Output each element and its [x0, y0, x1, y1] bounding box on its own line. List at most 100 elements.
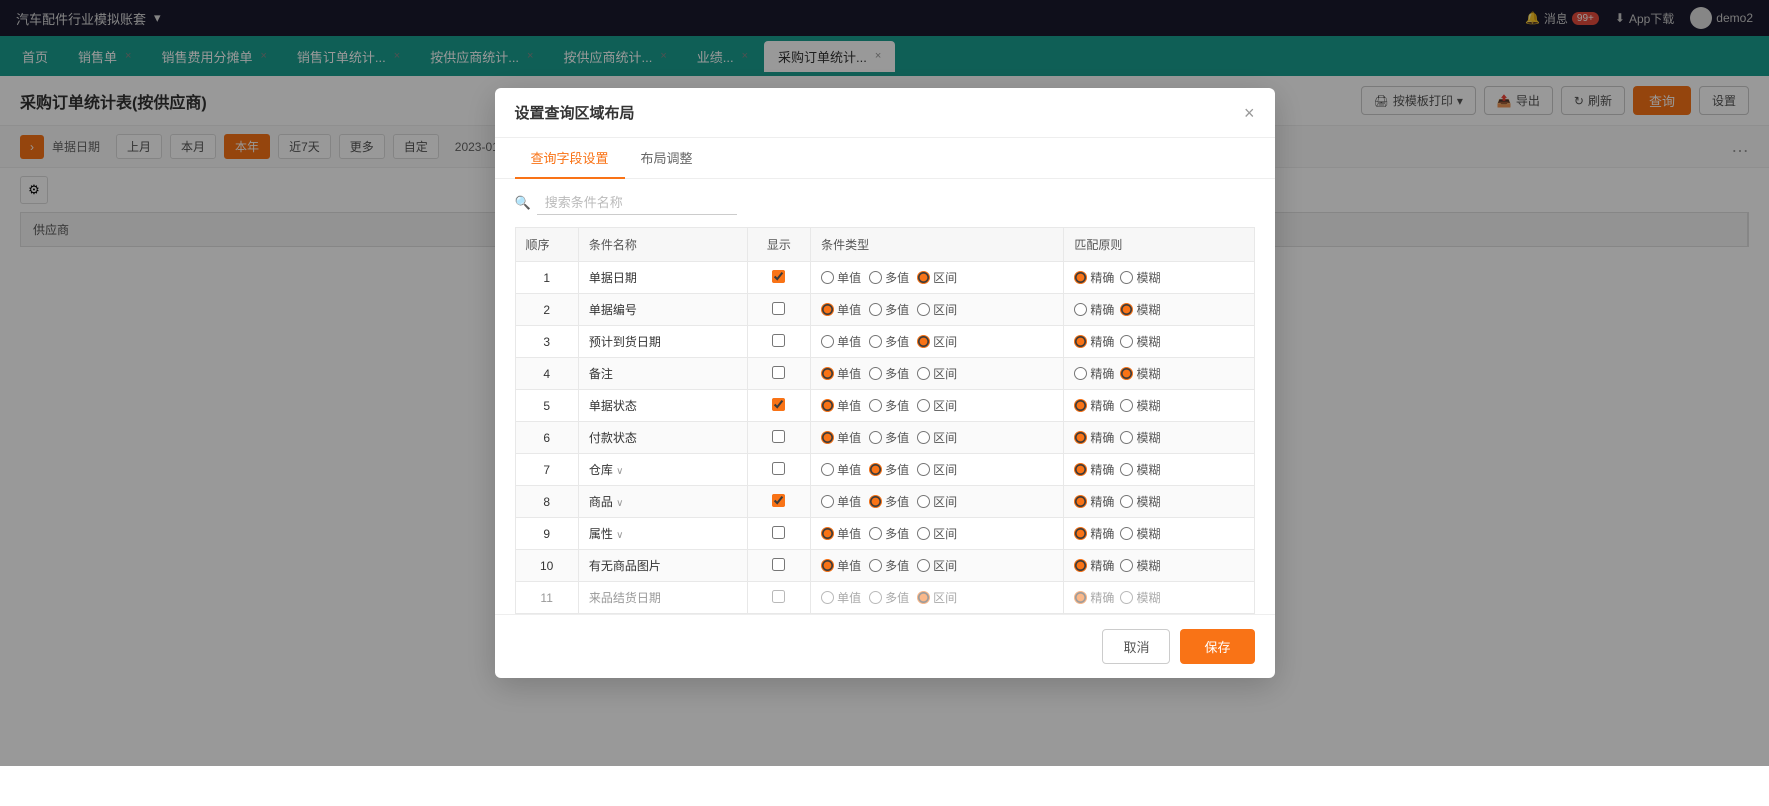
- show-checkbox[interactable]: [772, 398, 785, 411]
- type-radio[interactable]: [821, 559, 834, 572]
- type-radio-item[interactable]: 多值: [869, 397, 909, 414]
- type-radio-item[interactable]: 单值: [821, 365, 861, 382]
- type-radio[interactable]: [821, 303, 834, 316]
- type-radio-item[interactable]: 区间: [917, 333, 957, 350]
- show-checkbox[interactable]: [772, 526, 785, 539]
- type-radio[interactable]: [917, 527, 930, 540]
- type-radio[interactable]: [917, 271, 930, 284]
- type-radio-item[interactable]: 区间: [917, 269, 957, 286]
- match-radio-item[interactable]: 精确: [1074, 269, 1114, 286]
- match-radio-item[interactable]: 精确: [1074, 557, 1114, 574]
- type-radio-item[interactable]: 单值: [821, 557, 861, 574]
- type-radio[interactable]: [869, 271, 882, 284]
- type-radio[interactable]: [917, 431, 930, 444]
- match-radio[interactable]: [1074, 495, 1087, 508]
- type-radio[interactable]: [869, 303, 882, 316]
- show-cell[interactable]: [747, 550, 810, 582]
- show-cell[interactable]: [747, 326, 810, 358]
- match-radio-item[interactable]: 模糊: [1120, 429, 1160, 446]
- type-radio-item[interactable]: 区间: [917, 525, 957, 542]
- show-checkbox[interactable]: [772, 334, 785, 347]
- match-radio-item[interactable]: 精确: [1074, 333, 1114, 350]
- type-radio[interactable]: [821, 367, 834, 380]
- match-radio[interactable]: [1120, 335, 1133, 348]
- match-radio-item[interactable]: 模糊: [1120, 301, 1160, 318]
- match-radio[interactable]: [1120, 367, 1133, 380]
- match-radio[interactable]: [1120, 527, 1133, 540]
- type-radio[interactable]: [869, 335, 882, 348]
- type-radio-item[interactable]: 多值: [869, 269, 909, 286]
- match-radio[interactable]: [1074, 303, 1087, 316]
- type-radio[interactable]: [821, 495, 834, 508]
- type-radio-item[interactable]: 多值: [869, 365, 909, 382]
- match-radio[interactable]: [1074, 367, 1087, 380]
- tab-query-fields[interactable]: 查询字段设置: [515, 138, 625, 179]
- type-radio[interactable]: [869, 559, 882, 572]
- show-checkbox[interactable]: [772, 590, 785, 603]
- type-radio[interactable]: [821, 335, 834, 348]
- match-radio-item[interactable]: 模糊: [1120, 397, 1160, 414]
- type-radio[interactable]: [917, 463, 930, 476]
- show-cell[interactable]: [747, 358, 810, 390]
- type-radio-item[interactable]: 区间: [917, 461, 957, 478]
- type-radio[interactable]: [869, 399, 882, 412]
- type-radio[interactable]: [917, 559, 930, 572]
- tab-layout-adjust[interactable]: 布局调整: [625, 138, 709, 179]
- show-cell[interactable]: [747, 454, 810, 486]
- type-radio[interactable]: [917, 335, 930, 348]
- type-radio-item[interactable]: 多值: [869, 429, 909, 446]
- type-radio[interactable]: [821, 463, 834, 476]
- type-radio-item[interactable]: 单值: [821, 461, 861, 478]
- match-radio[interactable]: [1120, 591, 1133, 604]
- match-radio[interactable]: [1074, 399, 1087, 412]
- type-radio-item[interactable]: 单值: [821, 429, 861, 446]
- show-checkbox[interactable]: [772, 366, 785, 379]
- match-radio-item[interactable]: 模糊: [1120, 365, 1160, 382]
- type-radio[interactable]: [869, 495, 882, 508]
- type-radio-item[interactable]: 多值: [869, 557, 909, 574]
- type-radio-item[interactable]: 区间: [917, 365, 957, 382]
- search-input[interactable]: [537, 191, 737, 215]
- match-radio[interactable]: [1120, 431, 1133, 444]
- save-button[interactable]: 保存: [1180, 629, 1254, 664]
- show-checkbox[interactable]: [772, 270, 785, 283]
- show-checkbox[interactable]: [772, 558, 785, 571]
- type-radio-item[interactable]: 单值: [821, 333, 861, 350]
- type-radio[interactable]: [821, 271, 834, 284]
- match-radio[interactable]: [1074, 431, 1087, 444]
- match-radio-item[interactable]: 模糊: [1120, 589, 1160, 606]
- show-cell[interactable]: [747, 518, 810, 550]
- type-radio-item[interactable]: 区间: [917, 493, 957, 510]
- type-radio[interactable]: [821, 431, 834, 444]
- type-radio[interactable]: [869, 527, 882, 540]
- match-radio-item[interactable]: 模糊: [1120, 333, 1160, 350]
- type-radio[interactable]: [917, 591, 930, 604]
- type-radio-item[interactable]: 区间: [917, 589, 957, 606]
- show-cell[interactable]: [747, 262, 810, 294]
- type-radio[interactable]: [917, 399, 930, 412]
- match-radio-item[interactable]: 精确: [1074, 461, 1114, 478]
- show-checkbox[interactable]: [772, 302, 785, 315]
- type-radio[interactable]: [869, 463, 882, 476]
- match-radio-item[interactable]: 精确: [1074, 493, 1114, 510]
- type-radio-item[interactable]: 多值: [869, 525, 909, 542]
- match-radio-item[interactable]: 模糊: [1120, 269, 1160, 286]
- type-radio[interactable]: [821, 399, 834, 412]
- match-radio[interactable]: [1120, 463, 1133, 476]
- type-radio[interactable]: [917, 367, 930, 380]
- match-radio[interactable]: [1074, 463, 1087, 476]
- show-cell[interactable]: [747, 486, 810, 518]
- type-radio-item[interactable]: 区间: [917, 397, 957, 414]
- type-radio-item[interactable]: 多值: [869, 333, 909, 350]
- match-radio-item[interactable]: 精确: [1074, 301, 1114, 318]
- match-radio[interactable]: [1120, 559, 1133, 572]
- type-radio[interactable]: [917, 495, 930, 508]
- type-radio-item[interactable]: 多值: [869, 301, 909, 318]
- type-radio-item[interactable]: 单值: [821, 589, 861, 606]
- type-radio-item[interactable]: 单值: [821, 525, 861, 542]
- match-radio-item[interactable]: 精确: [1074, 397, 1114, 414]
- type-radio-item[interactable]: 多值: [869, 589, 909, 606]
- match-radio[interactable]: [1074, 591, 1087, 604]
- type-radio[interactable]: [821, 527, 834, 540]
- match-radio-item[interactable]: 模糊: [1120, 557, 1160, 574]
